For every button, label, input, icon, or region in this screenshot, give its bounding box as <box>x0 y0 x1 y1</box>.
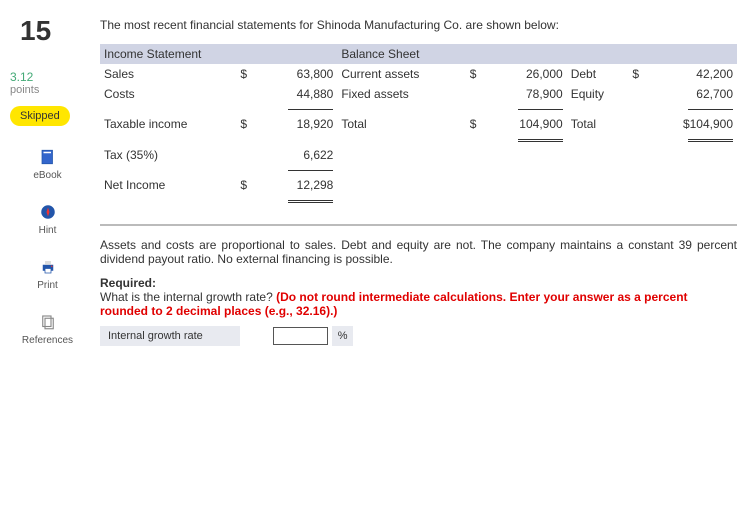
page-container: 15 3.12 points Skipped eBook Hint Print … <box>0 0 752 356</box>
underline <box>288 170 333 172</box>
required-question: What is the internal growth rate? (Do no… <box>100 290 737 318</box>
costs-value: 44,880 <box>258 84 337 104</box>
assumptions-text: Assets and costs are proportional to sal… <box>100 238 737 266</box>
compass-icon <box>39 203 57 221</box>
print-icon <box>39 258 57 276</box>
costs-label: Costs <box>100 84 236 104</box>
table-row: Sales $ 63,800 Current assets $ 26,000 D… <box>100 64 737 84</box>
total-assets-value: 104,900 <box>488 114 567 134</box>
underline <box>518 109 563 111</box>
fixed-assets-label: Fixed assets <box>337 84 465 104</box>
total-liab-value: $104,900 <box>650 114 737 134</box>
answer-input[interactable] <box>273 327 328 345</box>
content-area: The most recent financial statements for… <box>85 10 737 346</box>
total-label: Total <box>337 114 465 134</box>
underline-row <box>100 165 737 175</box>
underline <box>288 109 333 111</box>
answer-label: Internal growth rate <box>100 326 240 346</box>
income-header: Income Statement <box>100 44 337 64</box>
question-number: 15 <box>10 10 85 52</box>
balance-header: Balance Sheet <box>337 44 737 64</box>
underline-row <box>100 104 737 114</box>
debt-label: Debt <box>567 64 629 84</box>
answer-row: Internal growth rate % <box>100 326 737 346</box>
skipped-badge: Skipped <box>10 106 70 126</box>
dollar-sign: $ <box>628 64 650 84</box>
nav-ebook[interactable]: eBook <box>10 148 85 181</box>
double-underline <box>688 139 733 142</box>
nav-hint[interactable]: Hint <box>10 203 85 236</box>
debt-value: 42,200 <box>650 64 737 84</box>
net-value: 12,298 <box>258 175 337 195</box>
table-row: Tax (35%) 6,622 <box>100 145 737 165</box>
equity-value: 62,700 <box>650 84 737 104</box>
table-row: Taxable income $ 18,920 Total $ 104,900 … <box>100 114 737 134</box>
dollar-sign: $ <box>236 64 258 84</box>
underline <box>688 109 733 111</box>
total-right-label: Total <box>567 114 629 134</box>
answer-unit: % <box>332 326 354 346</box>
table-row: Net Income $ 12,298 <box>100 175 737 195</box>
references-icon <box>39 313 57 331</box>
nav-references[interactable]: References <box>10 313 85 346</box>
nav-label: Hint <box>39 225 57 236</box>
double-underline <box>288 200 333 203</box>
current-assets-label: Current assets <box>337 64 465 84</box>
double-underline <box>518 139 563 142</box>
sales-label: Sales <box>100 64 236 84</box>
points-value: 3.12 <box>10 70 85 84</box>
dollar-sign: $ <box>466 114 488 134</box>
dollar-sign: $ <box>466 64 488 84</box>
divider <box>100 224 737 226</box>
book-icon <box>39 148 57 166</box>
underline-row <box>100 195 737 206</box>
equity-label: Equity <box>567 84 629 104</box>
nav-print[interactable]: Print <box>10 258 85 291</box>
sales-value: 63,800 <box>258 64 337 84</box>
dollar-sign: $ <box>236 114 258 134</box>
nav-label: Print <box>37 280 58 291</box>
net-label: Net Income <box>100 175 236 195</box>
fixed-assets-value: 78,900 <box>488 84 567 104</box>
nav-label: eBook <box>33 170 61 181</box>
current-assets-value: 26,000 <box>488 64 567 84</box>
dollar-sign: $ <box>236 175 258 195</box>
nav-label: References <box>22 335 73 346</box>
financial-table: Income Statement Balance Sheet Sales $ 6… <box>100 44 737 206</box>
table-header-row: Income Statement Balance Sheet <box>100 44 737 64</box>
tax-label: Tax (35%) <box>100 145 236 165</box>
underline-row <box>100 134 737 145</box>
left-sidebar: 15 3.12 points Skipped eBook Hint Print … <box>10 10 85 346</box>
tax-value: 6,622 <box>258 145 337 165</box>
table-row: Costs 44,880 Fixed assets 78,900 Equity … <box>100 84 737 104</box>
intro-text: The most recent financial statements for… <box>100 18 737 32</box>
points-label: points <box>10 84 85 96</box>
taxable-value: 18,920 <box>258 114 337 134</box>
required-label: Required: <box>100 276 737 290</box>
taxable-label: Taxable income <box>100 114 236 134</box>
question-text: What is the internal growth rate? <box>100 290 276 304</box>
